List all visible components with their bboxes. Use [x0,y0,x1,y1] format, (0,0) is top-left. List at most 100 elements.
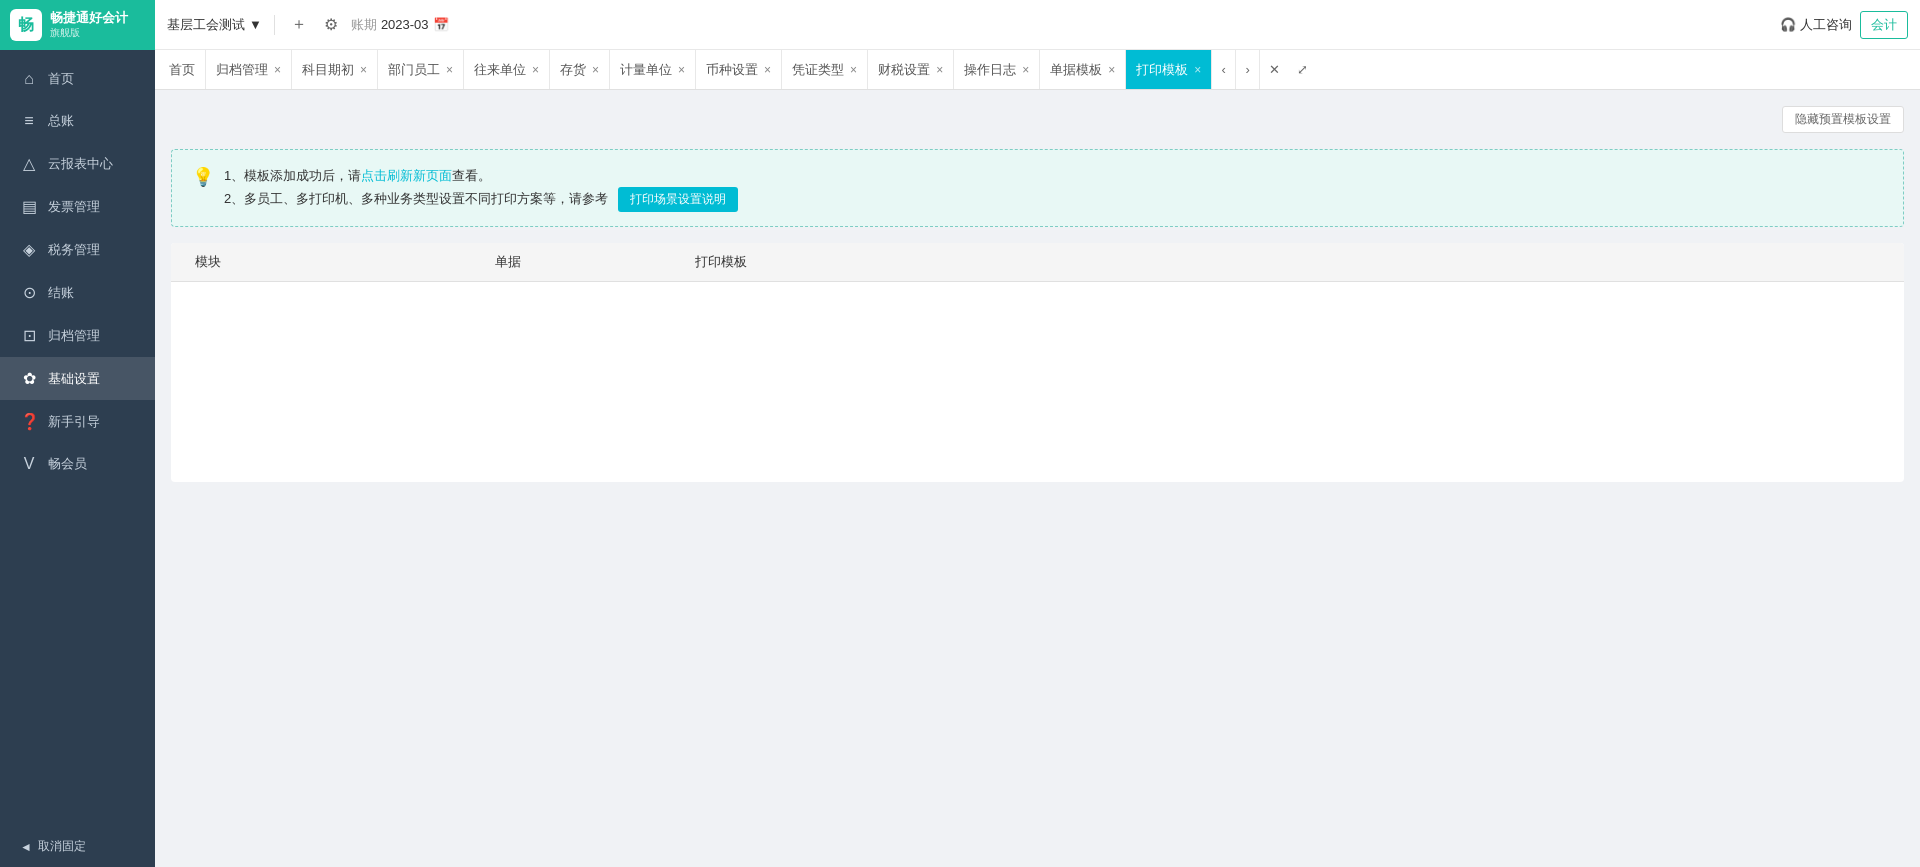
topbar: 基层工会测试 ▼ ＋ ⚙ 账期 2023-03 📅 🎧 人工咨询 会计 [155,0,1920,50]
sidebar-label-ledger: 总账 [48,112,74,130]
sidebar-item-settlement[interactable]: ⊙ 结账 [0,271,155,314]
tab-close-currency[interactable]: × [764,63,771,77]
tab-close-contacts[interactable]: × [532,63,539,77]
company-selector[interactable]: 基层工会测试 ▼ [167,16,262,34]
tab-archive[interactable]: 归档管理 × [206,50,292,90]
tab-close-inventory[interactable]: × [592,63,599,77]
main-area: 基层工会测试 ▼ ＋ ⚙ 账期 2023-03 📅 🎧 人工咨询 会计 首页归档… [155,0,1920,867]
period-value: 2023-03 [381,17,429,32]
sidebar-icon-settings: ✿ [20,369,38,388]
tab-label-unit: 计量单位 [620,61,672,79]
tab-close-archive[interactable]: × [274,63,281,77]
tab-label-archive: 归档管理 [216,61,268,79]
period-label: 账期 [351,16,377,34]
tab-close-department[interactable]: × [446,63,453,77]
table-body [171,282,1904,482]
topbar-right: 🎧 人工咨询 会计 [1780,11,1908,39]
refresh-link[interactable]: 点击刷新新页面 [361,168,452,183]
sidebar-item-invoice[interactable]: ▤ 发票管理 [0,185,155,228]
sidebar-icon-settlement: ⊙ [20,283,38,302]
table-header: 模块 单据 打印模板 [171,243,1904,282]
unpin-button[interactable]: ◄ 取消固定 [0,826,155,867]
period-selector[interactable]: 账期 2023-03 📅 [351,16,449,34]
info-line1-suffix: 查看。 [452,168,491,183]
add-tab-button[interactable]: ＋ [287,13,311,37]
sidebar-label-archive: 归档管理 [48,327,100,345]
explain-button[interactable]: 打印场景设置说明 [618,187,738,212]
tab-close-all-button[interactable]: ✕ [1260,50,1288,90]
tab-inventory[interactable]: 存货 × [550,50,610,90]
tab-label-inventory: 存货 [560,61,586,79]
sidebar-icon-vip: V [20,455,38,473]
tab-close-unit[interactable]: × [678,63,685,77]
print-template-table: 模块 单据 打印模板 [171,243,1904,482]
tab-close-oplog[interactable]: × [1022,63,1029,77]
unpin-label: 取消固定 [38,838,86,855]
logo-edition: 旗舰版 [50,26,128,40]
service-label: 人工咨询 [1800,16,1852,34]
sidebar-item-reports[interactable]: △ 云报表中心 [0,142,155,185]
tab-label-currency: 币种设置 [706,61,758,79]
sidebar-item-archive[interactable]: ⊡ 归档管理 [0,314,155,357]
sidebar-label-settlement: 结账 [48,284,74,302]
company-name: 基层工会测试 [167,16,245,34]
col-template: 打印模板 [687,243,1888,281]
tab-department[interactable]: 部门员工 × [378,50,464,90]
tab-voucher[interactable]: 凭证类型 × [782,50,868,90]
topbar-divider-1 [274,15,275,35]
tab-scroll-left[interactable]: ‹ [1212,50,1236,90]
content-area: 隐藏预置模板设置 💡 1、模板添加成功后，请点击刷新新页面查看。 2、多员工、多… [155,90,1920,867]
sidebar-label-invoice: 发票管理 [48,198,100,216]
settings-button[interactable]: ⚙ [319,13,343,37]
sidebar-item-tax[interactable]: ◈ 税务管理 [0,228,155,271]
actions-bar: 隐藏预置模板设置 [171,106,1904,141]
sidebar-label-guide: 新手引导 [48,413,100,431]
sidebar-icon-tax: ◈ [20,240,38,259]
tab-label-department: 部门员工 [388,61,440,79]
hide-template-button[interactable]: 隐藏预置模板设置 [1782,106,1904,133]
tab-close-tax-setting[interactable]: × [936,63,943,77]
company-dropdown-icon: ▼ [249,17,262,32]
tab-oplog[interactable]: 操作日志 × [954,50,1040,90]
tab-currency[interactable]: 币种设置 × [696,50,782,90]
sidebar-icon-reports: △ [20,154,38,173]
col-voucher: 单据 [487,243,687,281]
tab-close-voucher[interactable]: × [850,63,857,77]
sidebar-icon-home: ⌂ [20,70,38,88]
tab-close-single-template[interactable]: × [1108,63,1115,77]
sidebar-logo: 畅 畅捷通好会计 旗舰版 [0,0,155,50]
tab-subjects[interactable]: 科目期初 × [292,50,378,90]
tab-label-tax-setting: 财税设置 [878,61,930,79]
info-line2-prefix: 2、多员工、多打印机、多种业务类型设置不同打印方案等，请参考 [224,191,608,206]
info-line1-prefix: 1、模板添加成功后，请 [224,168,361,183]
tab-print-template[interactable]: 打印模板 × [1126,50,1212,90]
tab-unit[interactable]: 计量单位 × [610,50,696,90]
sidebar-icon-ledger: ≡ [20,112,38,130]
tab-expand-button[interactable]: ⤢ [1288,50,1316,90]
sidebar-label-reports: 云报表中心 [48,155,113,173]
customer-service-button[interactable]: 🎧 人工咨询 [1780,16,1852,34]
calendar-icon: 📅 [433,17,449,32]
tab-close-subjects[interactable]: × [360,63,367,77]
accounting-button[interactable]: 会计 [1860,11,1908,39]
tab-single-template[interactable]: 单据模板 × [1040,50,1126,90]
sidebar-item-settings[interactable]: ✿ 基础设置 [0,357,155,400]
sidebar-item-guide[interactable]: ❓ 新手引导 [0,400,155,443]
tab-contacts[interactable]: 往来单位 × [464,50,550,90]
sidebar-menu: ⌂ 首页 ≡ 总账 △ 云报表中心 ▤ 发票管理 ◈ 税务管理 ⊙ 结账 ⊡ 归… [0,50,155,826]
tab-tax-setting[interactable]: 财税设置 × [868,50,954,90]
info-box: 💡 1、模板添加成功后，请点击刷新新页面查看。 2、多员工、多打印机、多种业务类… [171,149,1904,227]
tab-label-contacts: 往来单位 [474,61,526,79]
sidebar: 畅 畅捷通好会计 旗舰版 ⌂ 首页 ≡ 总账 △ 云报表中心 ▤ 发票管理 ◈ … [0,0,155,867]
info-icon: 💡 [192,166,214,188]
logo-name: 畅捷通好会计 [50,10,128,26]
tab-close-print-template[interactable]: × [1194,63,1201,77]
sidebar-item-ledger[interactable]: ≡ 总账 [0,100,155,142]
sidebar-item-home[interactable]: ⌂ 首页 [0,58,155,100]
tab-scroll-right[interactable]: › [1236,50,1260,90]
col-module: 模块 [187,243,487,281]
sidebar-item-vip[interactable]: V 畅会员 [0,443,155,485]
sidebar-icon-archive: ⊡ [20,326,38,345]
sidebar-icon-guide: ❓ [20,412,38,431]
tab-home[interactable]: 首页 [159,50,206,90]
